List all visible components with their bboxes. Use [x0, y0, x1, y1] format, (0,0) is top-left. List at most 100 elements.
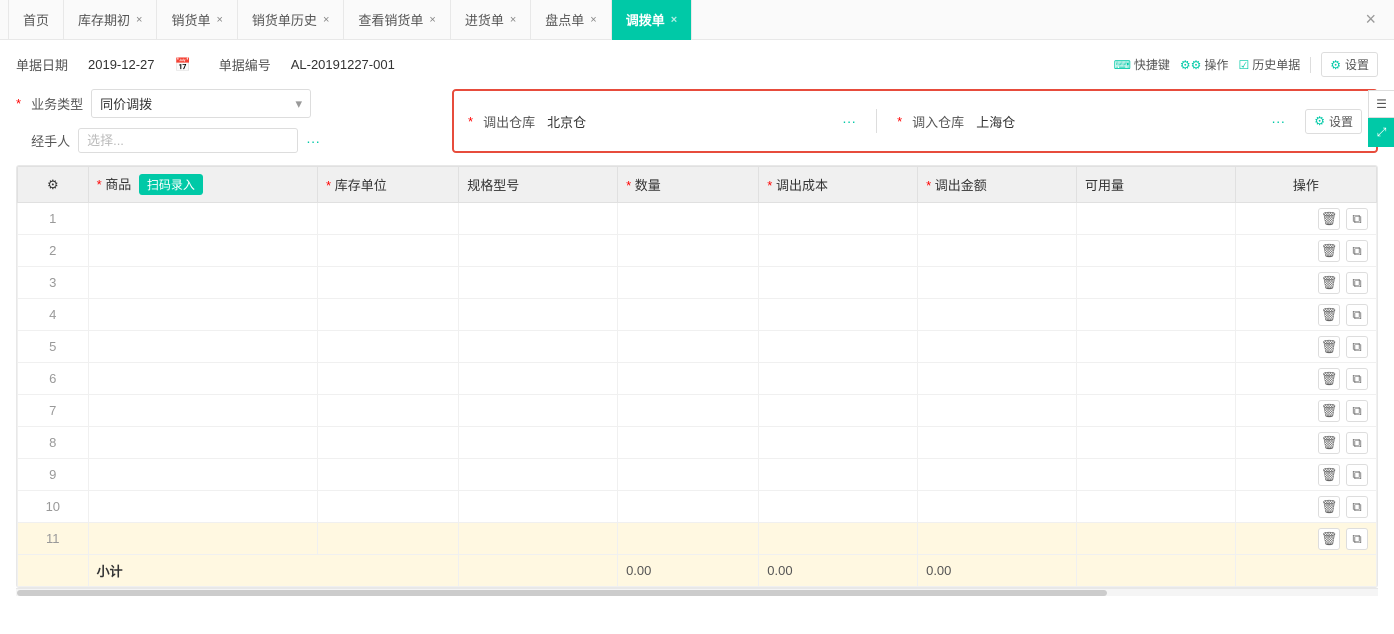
delete-btn-4[interactable]: 🗑 — [1318, 304, 1340, 326]
copy-btn-6[interactable]: ⧉ — [1346, 368, 1368, 390]
main-content: 单据日期 2019-12-27 📅 单据编号 AL-20191227-001 ⌨… — [0, 40, 1394, 634]
op-cell-2: 🗑⧉ — [1235, 235, 1376, 267]
cost-cell-2[interactable] — [759, 235, 918, 267]
history-button[interactable]: ☑ 历史单据 — [1238, 56, 1300, 73]
doc-num-label: 单据编号 — [219, 55, 271, 74]
person-input[interactable] — [78, 128, 298, 153]
delete-btn-1[interactable]: 🗑 — [1318, 208, 1340, 230]
amount-cell-2[interactable] — [918, 235, 1077, 267]
avail-cell-1 — [1076, 203, 1235, 235]
side-list-btn[interactable]: ☰ — [1368, 90, 1394, 118]
qty-cell-2[interactable] — [618, 235, 759, 267]
delete-btn-3[interactable]: 🗑 — [1318, 272, 1340, 294]
transfer-out-more-icon[interactable]: ··· — [842, 113, 856, 129]
transfer-in-value: 上海仓 — [976, 112, 1015, 131]
table-row: 8 🗑⧉ — [18, 427, 1377, 459]
settings-icon: ⚙ — [1330, 58, 1341, 72]
copy-btn-9[interactable]: ⧉ — [1346, 464, 1368, 486]
product-cell-1[interactable] — [88, 203, 317, 235]
subtotal-cost: 0.00 — [759, 555, 918, 587]
delete-btn-8[interactable]: 🗑 — [1318, 432, 1340, 454]
unit-cell-1[interactable] — [318, 203, 459, 235]
warehouse-settings-icon: ⚙ — [1314, 114, 1325, 128]
copy-btn-5[interactable]: ⧉ — [1346, 336, 1368, 358]
table-header-row: ⚙ * 商品 扫码录入 * 库存单位 规格型号 * — [18, 167, 1377, 203]
transfer-out-value: 北京仓 — [547, 112, 586, 131]
tab-close-sales-order[interactable]: × — [216, 14, 222, 26]
tab-transfer[interactable]: 调拨单 × — [612, 0, 692, 40]
table-row: 11 🗑⧉ — [18, 523, 1377, 555]
warehouse-settings-button[interactable]: ⚙ 设置 — [1305, 109, 1362, 134]
qty-cell-1[interactable] — [618, 203, 759, 235]
toolbar-left: 单据日期 2019-12-27 📅 单据编号 AL-20191227-001 — [16, 55, 395, 74]
window-close-button[interactable]: × — [1355, 9, 1386, 30]
spec-cell-2[interactable] — [459, 235, 618, 267]
table-row: 7 🗑⧉ — [18, 395, 1377, 427]
scan-button[interactable]: 扫码录入 — [139, 174, 203, 195]
copy-btn-1[interactable]: ⧉ — [1346, 208, 1368, 230]
copy-btn-8[interactable]: ⧉ — [1346, 432, 1368, 454]
table-row: 5 🗑⧉ — [18, 331, 1377, 363]
tab-close-inventory-init[interactable]: × — [136, 14, 142, 26]
table-row: 6 🗑⧉ — [18, 363, 1377, 395]
delete-btn-2[interactable]: 🗑 — [1318, 240, 1340, 262]
copy-btn-2[interactable]: ⧉ — [1346, 240, 1368, 262]
op-cell-1: 🗑⧉ — [1235, 203, 1376, 235]
tab-close-sales-history[interactable]: × — [323, 14, 329, 26]
tab-purchase[interactable]: 进货单 × — [451, 0, 531, 40]
biz-type-row: * 业务类型 同价调拨 ▾ — [16, 89, 436, 118]
dropdown-arrow-icon: ▾ — [296, 96, 303, 112]
delete-btn-10[interactable]: 🗑 — [1318, 496, 1340, 518]
tab-home[interactable]: 首页 — [8, 0, 64, 40]
history-icon: ☑ — [1238, 58, 1249, 72]
biz-type-label: 业务类型 — [31, 94, 83, 113]
calendar-icon[interactable]: 📅 — [175, 57, 191, 73]
th-cost: * 调出成本 — [759, 167, 918, 203]
operation-button[interactable]: ⚙⚙ 操作 — [1180, 56, 1229, 73]
person-more-icon[interactable]: ··· — [306, 133, 320, 149]
copy-btn-11[interactable]: ⧉ — [1346, 528, 1368, 550]
data-table: ⚙ * 商品 扫码录入 * 库存单位 规格型号 * — [16, 165, 1378, 588]
delete-btn-11[interactable]: 🗑 — [1318, 528, 1340, 550]
cost-cell-1[interactable] — [759, 203, 918, 235]
biz-type-select[interactable]: 同价调拨 ▾ — [91, 89, 311, 118]
scrollbar-thumb[interactable] — [17, 590, 1107, 596]
spec-cell-1[interactable] — [459, 203, 618, 235]
date-label: 单据日期 — [16, 55, 68, 74]
tab-view-sales[interactable]: 查看销货单 × — [344, 0, 450, 40]
tab-stocktake[interactable]: 盘点单 × — [531, 0, 611, 40]
copy-btn-4[interactable]: ⧉ — [1346, 304, 1368, 326]
date-value: 2019-12-27 — [88, 57, 155, 72]
th-gear[interactable]: ⚙ — [18, 167, 89, 203]
transfer-out-label: 调出仓库 — [483, 112, 535, 131]
tab-close-purchase[interactable]: × — [510, 14, 516, 26]
th-qty: * 数量 — [618, 167, 759, 203]
copy-btn-7[interactable]: ⧉ — [1346, 400, 1368, 422]
delete-btn-6[interactable]: 🗑 — [1318, 368, 1340, 390]
toolbar-divider — [1310, 57, 1311, 73]
person-row: * 经手人 ··· — [16, 128, 436, 153]
shortcut-button[interactable]: ⌨ 快捷键 — [1114, 56, 1170, 73]
side-expand-btn[interactable]: ⤢ — [1368, 118, 1394, 147]
unit-cell-2[interactable] — [318, 235, 459, 267]
delete-btn-7[interactable]: 🗑 — [1318, 400, 1340, 422]
product-cell-2[interactable] — [88, 235, 317, 267]
settings-button[interactable]: ⚙ 设置 — [1321, 52, 1378, 77]
tab-sales-order[interactable]: 销货单 × — [157, 0, 237, 40]
delete-btn-5[interactable]: 🗑 — [1318, 336, 1340, 358]
tab-close-view-sales[interactable]: × — [429, 14, 435, 26]
th-avail: 可用量 — [1076, 167, 1235, 203]
copy-btn-10[interactable]: ⧉ — [1346, 496, 1368, 518]
transfer-in-more-icon[interactable]: ··· — [1271, 113, 1285, 129]
delete-btn-9[interactable]: 🗑 — [1318, 464, 1340, 486]
horizontal-scrollbar[interactable] — [16, 588, 1378, 596]
tab-close-transfer[interactable]: × — [671, 14, 677, 26]
operation-icon: ⚙⚙ — [1180, 58, 1202, 72]
tab-sales-history[interactable]: 销货单历史 × — [238, 0, 344, 40]
tab-inventory-init[interactable]: 库存期初 × — [64, 0, 157, 40]
tab-bar: 首页 库存期初 × 销货单 × 销货单历史 × 查看销货单 × 进货单 × 盘点… — [0, 0, 1394, 40]
amount-cell-1[interactable] — [918, 203, 1077, 235]
biz-type-value: 同价调拨 — [100, 94, 152, 113]
copy-btn-3[interactable]: ⧉ — [1346, 272, 1368, 294]
tab-close-stocktake[interactable]: × — [590, 14, 596, 26]
